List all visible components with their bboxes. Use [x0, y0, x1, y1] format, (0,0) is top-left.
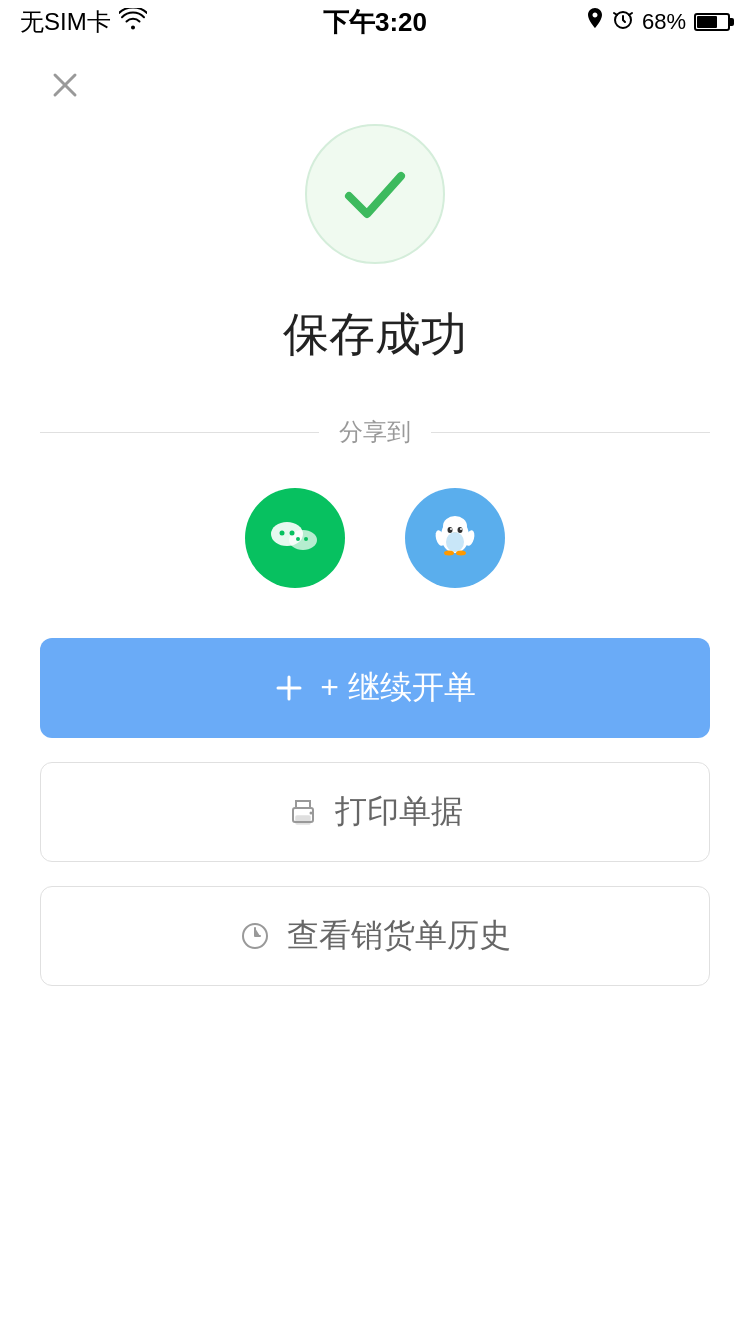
status-bar: 无SIM卡 下午3:20 68% [0, 0, 750, 44]
share-divider: 分享到 [40, 416, 710, 448]
svg-point-17 [444, 551, 454, 556]
svg-point-13 [450, 528, 452, 530]
print-button[interactable]: 打印单据 [40, 762, 710, 862]
action-buttons: + 继续开单 打印单据 查看销货单历史 [0, 638, 750, 986]
continue-button[interactable]: + 继续开单 [40, 638, 710, 738]
status-carrier: 无SIM卡 [20, 6, 147, 38]
printer-icon [287, 796, 319, 828]
wechat-share-button[interactable] [245, 488, 345, 588]
status-time: 下午3:20 [323, 5, 427, 40]
history-label: 查看销货单历史 [287, 914, 511, 958]
main-content: 保存成功 分享到 [0, 44, 750, 986]
location-icon [586, 8, 604, 36]
success-icon-circle [305, 124, 445, 264]
wechat-icon [265, 508, 325, 568]
carrier-text: 无SIM卡 [20, 6, 111, 38]
history-icon [239, 920, 271, 952]
qq-icon [427, 510, 483, 566]
svg-point-8 [304, 537, 308, 541]
battery-icon [694, 13, 730, 31]
history-button[interactable]: 查看销货单历史 [40, 886, 710, 986]
alarm-icon [612, 8, 634, 36]
svg-rect-24 [296, 816, 310, 824]
wifi-icon [119, 8, 147, 36]
svg-point-11 [448, 527, 453, 533]
share-section: 分享到 [0, 416, 750, 588]
svg-point-18 [456, 551, 466, 556]
share-icons [40, 488, 710, 588]
svg-point-5 [280, 531, 285, 536]
svg-point-25 [310, 812, 313, 815]
share-label: 分享到 [339, 416, 411, 448]
checkmark-icon [335, 154, 415, 234]
print-label: 打印单据 [335, 790, 463, 834]
svg-point-6 [290, 531, 295, 536]
svg-point-14 [460, 528, 462, 530]
svg-point-7 [296, 537, 300, 541]
plus-icon [274, 673, 304, 703]
continue-label: + 继续开单 [320, 666, 476, 710]
success-title: 保存成功 [283, 304, 467, 366]
status-indicators: 68% [586, 8, 730, 36]
qq-share-button[interactable] [405, 488, 505, 588]
svg-point-16 [446, 532, 464, 552]
close-button[interactable] [40, 60, 90, 110]
battery-percent: 68% [642, 9, 686, 35]
svg-point-12 [458, 527, 463, 533]
